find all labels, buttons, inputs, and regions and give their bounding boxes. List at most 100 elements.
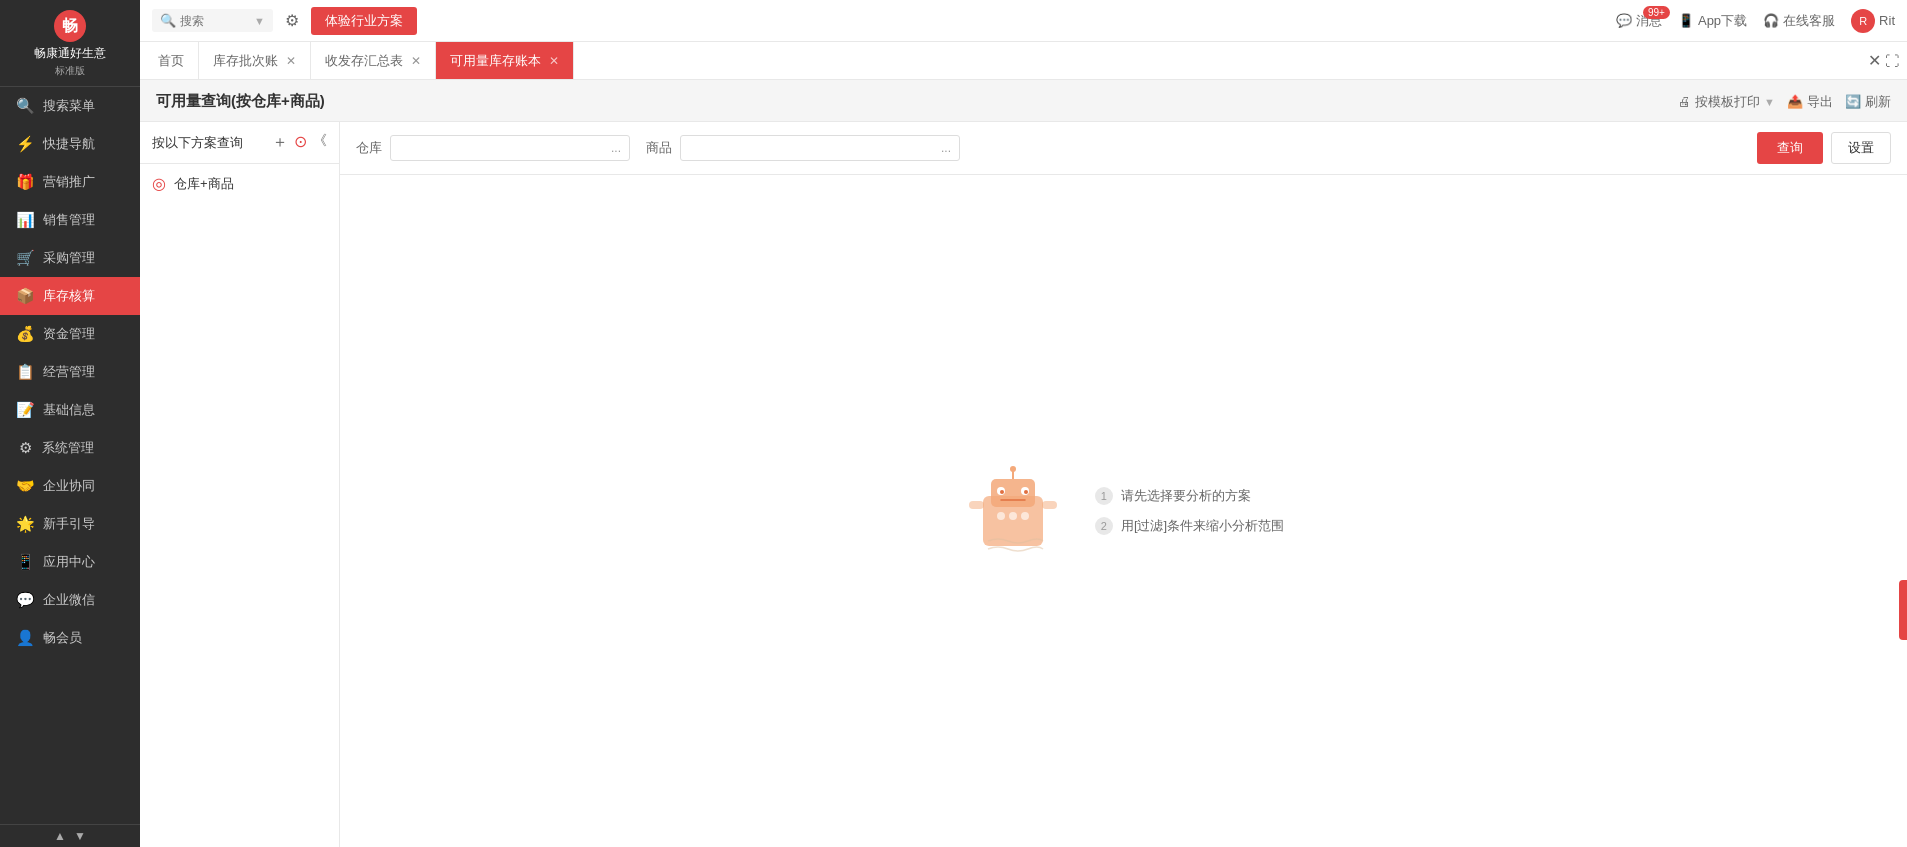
- goods-input[interactable]: ...: [680, 135, 960, 161]
- sidebar-scroll: 🔍 搜索菜单 ⚡ 快捷导航 🎁 营销推广 📊 销售管理 🛒 采购管理 📦 库存核…: [0, 87, 140, 824]
- print-btn[interactable]: 🖨 按模板打印 ▼: [1678, 93, 1775, 111]
- topbar-search-icon: 🔍: [160, 13, 176, 28]
- tab-summary-close[interactable]: ✕: [411, 54, 421, 68]
- topbar-gear-icon[interactable]: ⚙: [281, 7, 303, 34]
- sidebar-item-appcenter[interactable]: 📱 应用中心: [0, 543, 140, 581]
- topbar-service[interactable]: 🎧 在线客服: [1763, 12, 1835, 30]
- sidebar-label-inventory: 库存核算: [43, 287, 95, 305]
- svg-point-9: [997, 512, 1005, 520]
- topbar-msg[interactable]: 💬 消息 99+: [1616, 12, 1662, 30]
- page-actions: 🖨 按模板打印 ▼ 📤 导出 🔄 刷新: [1678, 93, 1891, 111]
- tip-text-1: 请先选择要分析的方案: [1121, 487, 1251, 505]
- warehouse-label: 仓库: [356, 139, 382, 157]
- industry-btn[interactable]: 体验行业方案: [311, 7, 417, 35]
- sidebar-label-enterprise: 企业协同: [43, 477, 95, 495]
- sidebar-item-finance[interactable]: 💰 资金管理: [0, 315, 140, 353]
- print-dropdown-icon[interactable]: ▼: [1764, 96, 1775, 108]
- sidebar-label-appcenter: 应用中心: [43, 553, 95, 571]
- sidebar-label-wechat: 企业微信: [43, 591, 95, 609]
- tab-available-close[interactable]: ✕: [549, 54, 559, 68]
- svg-point-4: [1000, 490, 1004, 494]
- filter-header-label: 按以下方案查询: [152, 134, 243, 152]
- filter-collapse-icon[interactable]: 《: [313, 132, 327, 153]
- topbar-app[interactable]: 📱 App下载: [1678, 12, 1747, 30]
- sidebar-item-basic[interactable]: 📝 基础信息: [0, 391, 140, 429]
- refresh-btn[interactable]: 🔄 刷新: [1845, 93, 1891, 111]
- topbar-right: 💬 消息 99+ 📱 App下载 🎧 在线客服 R Rit: [1616, 9, 1895, 33]
- tabs-close-btn[interactable]: ✕: [1868, 51, 1881, 70]
- operation-icon: 📋: [16, 363, 35, 381]
- empty-tip-1: 1 请先选择要分析的方案: [1095, 487, 1284, 505]
- logo-title: 畅康通好生意: [34, 46, 106, 62]
- page-body: 按以下方案查询 ＋ ⊙ 《 ◎ 仓库+商品 仓库 ...: [140, 122, 1907, 847]
- query-btn-group: 查询 设置: [1757, 132, 1891, 164]
- filter-header-actions: ＋ ⊙ 《: [272, 132, 327, 153]
- sidebar-item-operation[interactable]: 📋 经营管理: [0, 353, 140, 391]
- goods-field: 商品 ...: [646, 135, 960, 161]
- query-btn[interactable]: 查询: [1757, 132, 1823, 164]
- inventory-icon: 📦: [16, 287, 35, 305]
- filter-item-icon: ◎: [152, 174, 166, 193]
- warehouse-input[interactable]: ...: [390, 135, 630, 161]
- sidebar-item-member[interactable]: 👤 畅会员: [0, 619, 140, 657]
- export-btn[interactable]: 📤 导出: [1787, 93, 1833, 111]
- sidebar-item-sales[interactable]: 📊 销售管理: [0, 201, 140, 239]
- sidebar-scroll-up[interactable]: ▲: [54, 829, 66, 843]
- tabs-expand-btn[interactable]: ⛶: [1885, 53, 1899, 69]
- sidebar-label-operation: 经营管理: [43, 363, 95, 381]
- app-icon: 📱: [1678, 13, 1694, 28]
- sidebar-logo[interactable]: 畅 畅康通好生意 标准版: [0, 0, 140, 87]
- sidebar-item-marketing[interactable]: 🎁 营销推广: [0, 163, 140, 201]
- sidebar-label-sales: 销售管理: [43, 211, 95, 229]
- sales-icon: 📊: [16, 211, 35, 229]
- sidebar-scroll-down[interactable]: ▼: [74, 829, 86, 843]
- empty-tips: 1 请先选择要分析的方案 2 用[过滤]条件来缩小分析范围: [1095, 487, 1284, 535]
- appcenter-icon: 📱: [16, 553, 35, 571]
- app-label: App下载: [1698, 12, 1747, 30]
- tab-home[interactable]: 首页: [144, 42, 199, 79]
- logo-badge: 标准版: [55, 64, 85, 78]
- sidebar-item-newbie[interactable]: 🌟 新手引导: [0, 505, 140, 543]
- query-bar: 仓库 ... 商品 ... 查询 设置: [340, 122, 1907, 175]
- tab-available[interactable]: 可用量库存账本 ✕: [436, 42, 574, 79]
- export-icon: 📤: [1787, 94, 1803, 109]
- main-area: 🔍 ▼ ⚙ 体验行业方案 💬 消息 99+ 📱 App下载 🎧 在线客服 R R…: [140, 0, 1907, 847]
- svg-rect-12: [969, 501, 984, 509]
- topbar-search[interactable]: 🔍 ▼: [152, 9, 273, 32]
- sidebar-item-inventory[interactable]: 📦 库存核算: [0, 277, 140, 315]
- goods-label: 商品: [646, 139, 672, 157]
- filter-add-icon[interactable]: ＋: [272, 132, 288, 153]
- enterprise-icon: 🤝: [16, 477, 35, 495]
- tab-batch-close[interactable]: ✕: [286, 54, 296, 68]
- member-icon: 👤: [16, 629, 35, 647]
- empty-illustration: [963, 461, 1063, 561]
- tab-batch[interactable]: 库存批次账 ✕: [199, 42, 311, 79]
- sidebar-item-purchase[interactable]: 🛒 采购管理: [0, 239, 140, 277]
- tip-num-1: 1: [1095, 487, 1113, 505]
- tab-summary[interactable]: 收发存汇总表 ✕: [311, 42, 436, 79]
- sidebar-item-enterprise[interactable]: 🤝 企业协同: [0, 467, 140, 505]
- setting-btn[interactable]: 设置: [1831, 132, 1891, 164]
- goods-more-icon[interactable]: ...: [941, 141, 951, 155]
- search-icon: 🔍: [16, 97, 35, 115]
- wechat-icon: 💬: [16, 591, 35, 609]
- sidebar-item-system[interactable]: ⚙ 系统管理: [0, 429, 140, 467]
- warehouse-more-icon[interactable]: ...: [611, 141, 621, 155]
- export-label: 导出: [1807, 93, 1833, 111]
- svg-point-11: [1021, 512, 1029, 520]
- search-input[interactable]: [180, 14, 250, 28]
- sidebar-item-shortcut[interactable]: ⚡ 快捷导航: [0, 125, 140, 163]
- sidebar-item-search[interactable]: 🔍 搜索菜单: [0, 87, 140, 125]
- sidebar-item-wechat[interactable]: 💬 企业微信: [0, 581, 140, 619]
- user-name: Rit: [1879, 13, 1895, 28]
- search-dropdown-icon[interactable]: ▼: [254, 15, 265, 27]
- print-label: 按模板打印: [1695, 93, 1760, 111]
- filter-gear-icon[interactable]: ⊙: [294, 132, 307, 153]
- right-scroll-hint[interactable]: [1899, 580, 1907, 640]
- system-icon: ⚙: [16, 439, 34, 457]
- sidebar-label-member: 畅会员: [43, 629, 82, 647]
- topbar-user[interactable]: R Rit: [1851, 9, 1895, 33]
- svg-point-10: [1009, 512, 1017, 520]
- filter-item-warehouse-goods[interactable]: ◎ 仓库+商品: [140, 164, 339, 203]
- filter-item-label: 仓库+商品: [174, 175, 234, 193]
